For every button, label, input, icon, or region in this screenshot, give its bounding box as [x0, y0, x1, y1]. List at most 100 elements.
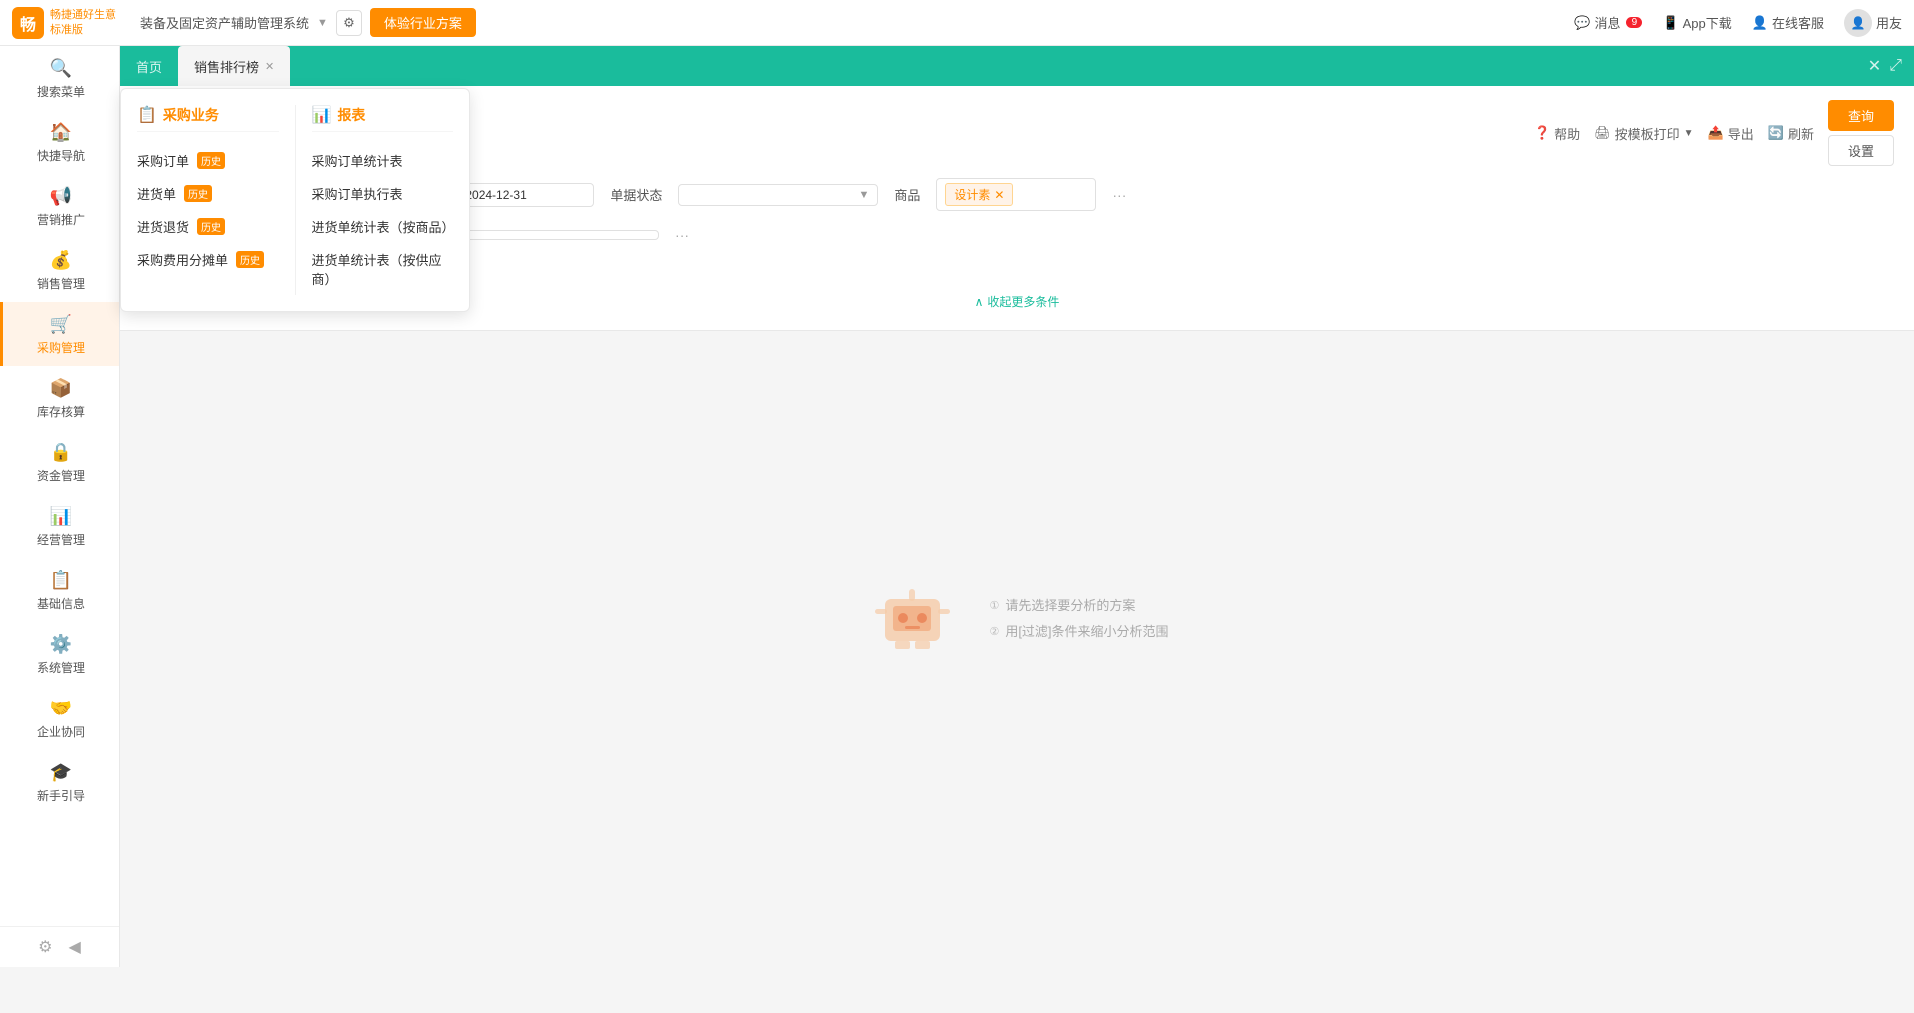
export-btn[interactable]: 📤 导出: [1708, 124, 1754, 143]
tip-num-2: ②: [989, 621, 999, 643]
menu-inbound-stats-supplier[interactable]: 进货单统计表（按供应商）: [312, 243, 454, 295]
goods-label: 商品: [894, 185, 920, 204]
message-badge: 9: [1626, 17, 1642, 28]
tab-close-icon[interactable]: ✕: [265, 60, 274, 73]
sidebar-item-marketing[interactable]: 📢 营销推广: [0, 174, 119, 238]
sidebar-item-search[interactable]: 🔍 搜索菜单: [0, 46, 119, 110]
empty-area: ① 请先选择要分析的方案 ② 用[过滤]条件来缩小分析范围: [120, 331, 1914, 967]
messages-btn[interactable]: 💬 消息 9: [1574, 13, 1642, 32]
empty-illustration: [865, 574, 965, 664]
mobile-icon: 📱: [1662, 15, 1678, 31]
dropdown-report-title: 📊 报表: [312, 105, 454, 132]
help-btn[interactable]: ❓ 帮助: [1534, 124, 1580, 143]
menu-return[interactable]: 进货退货 历史: [137, 210, 279, 243]
sidebar-item-basic[interactable]: 📋 基础信息: [0, 558, 119, 622]
menu-order-exec[interactable]: 采购订单执行表: [312, 177, 454, 210]
settings-btn[interactable]: 设置: [1828, 135, 1894, 166]
operations-icon: 📊: [50, 506, 72, 527]
sidebar-collapse-btn[interactable]: ◀: [69, 937, 81, 957]
message-icon: 💬: [1574, 15, 1590, 31]
marketing-icon: 📢: [50, 186, 72, 207]
tab-home[interactable]: 首页: [120, 46, 178, 86]
sidebar-item-sales[interactable]: 💰 销售管理: [0, 238, 119, 302]
tip-text-2: 用[过滤]条件来缩小分析范围: [1005, 619, 1168, 645]
tab-sales-ranking-label: 销售排行榜: [194, 57, 259, 76]
refresh-btn[interactable]: 🔄 刷新: [1768, 124, 1814, 143]
menu-expense[interactable]: 采购费用分摊单 历史: [137, 243, 279, 276]
help-icon: ❓: [1534, 125, 1550, 141]
refresh-icon: 🔄: [1768, 125, 1784, 141]
purchase-icon: 🛒: [50, 314, 72, 335]
service-icon: 👤: [1752, 15, 1768, 31]
dropdown-col-business: 📋 采购业务 采购订单 历史 进货单 历史 进货退货 历史 采购费用分摊单 历史: [121, 105, 295, 295]
menu-inbound-stats-goods[interactable]: 进货单统计表（按商品）: [312, 210, 454, 243]
tab-expand-btn[interactable]: ⤢: [1889, 57, 1902, 75]
tip-text-1: 请先选择要分析的方案: [1005, 593, 1135, 619]
dropdown-col-report: 📊 报表 采购订单统计表 采购订单执行表 进货单统计表（按商品） 进货单统计表（…: [295, 105, 470, 295]
system-title: 装备及固定资产辅助管理系统: [140, 13, 309, 32]
online-service-btn[interactable]: 👤 在线客服: [1752, 13, 1824, 32]
menu-inbound[interactable]: 进货单 历史: [137, 177, 279, 210]
purchase-dropdown-menu: 📋 采购业务 采购订单 历史 进货单 历史 进货退货 历史 采购费用分摊单 历史…: [120, 88, 470, 312]
menu-order-stats[interactable]: 采购订单统计表: [312, 144, 454, 177]
topbar-right: 💬 消息 9 📱 App下载 👤 在线客服 👤 用友: [1574, 9, 1902, 37]
search-icon: 🔍: [50, 58, 72, 79]
goods-tag: 设计素 ✕: [945, 183, 1013, 206]
sales-icon: 💰: [50, 250, 72, 271]
sidebar-item-capital[interactable]: 🔒 资金管理: [0, 430, 119, 494]
hist-badge-4: 历史: [236, 251, 264, 268]
basic-icon: 📋: [50, 570, 72, 591]
system-icon: ⚙️: [50, 634, 72, 655]
voucher-status-dropdown[interactable]: ▼: [858, 189, 869, 201]
sidebar-item-enterprise[interactable]: 🤝 企业协同: [0, 686, 119, 750]
avatar: 👤: [1844, 9, 1872, 37]
collapse-up-icon: ∧: [975, 295, 984, 309]
enterprise-icon: 🤝: [50, 698, 72, 719]
sidebar: 🔍 搜索菜单 🏠 快捷导航 📢 营销推广 💰 销售管理 🛒 采购管理 📦 库存核…: [0, 46, 120, 967]
tab-bar-right: ✕ ⤢: [1868, 56, 1914, 76]
sidebar-settings-btn[interactable]: ⚙: [38, 937, 52, 957]
goods-tag-close[interactable]: ✕: [994, 188, 1004, 202]
goods-dots[interactable]: ···: [1112, 187, 1126, 203]
sidebar-item-operations[interactable]: 📊 经营管理: [0, 494, 119, 558]
topbar: 畅 畅捷通好生意 标准版 装备及固定资产辅助管理系统 ▼ ⚙ 体验行业方案 💬 …: [0, 0, 1914, 46]
sidebar-item-system[interactable]: ⚙️ 系统管理: [0, 622, 119, 686]
sidebar-item-newbie[interactable]: 🎓 新手引导: [0, 750, 119, 814]
date-end-input[interactable]: [454, 183, 594, 207]
hist-badge-1: 历史: [197, 152, 225, 169]
sidebar-item-inventory[interactable]: 📦 库存核算: [0, 366, 119, 430]
hist-badge-3: 历史: [197, 218, 225, 235]
home-icon: 🏠: [50, 122, 72, 143]
print-btn[interactable]: 🖨 按模板打印 ▼: [1594, 124, 1693, 143]
sidebar-item-purchase[interactable]: 🛒 采购管理: [0, 302, 119, 366]
print-icon: 🖨: [1594, 125, 1611, 141]
industry-btn[interactable]: 体验行业方案: [370, 8, 476, 37]
tab-sales-ranking[interactable]: 销售排行榜 ✕: [178, 46, 290, 86]
report-title-icon: 📊: [312, 105, 332, 125]
user-btn[interactable]: 👤 用友: [1844, 9, 1902, 37]
logo-text: 畅捷通好生意 标准版: [50, 8, 116, 37]
menu-purchase-order[interactable]: 采购订单 历史: [137, 144, 279, 177]
newbie-icon: 🎓: [50, 762, 72, 783]
logo-icon: 畅: [12, 7, 44, 39]
salesman-dots[interactable]: ···: [675, 227, 689, 243]
tip-num-1: ①: [989, 595, 999, 617]
voucher-status-label: 单据状态: [610, 185, 662, 204]
export-icon: 📤: [1708, 125, 1724, 141]
logo: 畅 畅捷通好生意 标准版: [12, 7, 132, 39]
dropdown-business-title: 📋 采购业务: [137, 105, 279, 132]
app-download-btn[interactable]: 📱 App下载: [1662, 13, 1731, 32]
tab-bar: 首页 销售排行榜 ✕ ✕ ⤢: [120, 46, 1914, 86]
title-dropdown-arrow[interactable]: ▼: [317, 17, 328, 29]
query-btn[interactable]: 查询: [1828, 100, 1894, 131]
business-title-icon: 📋: [137, 105, 157, 125]
sidebar-item-quick-nav[interactable]: 🏠 快捷导航: [0, 110, 119, 174]
print-dropdown-icon[interactable]: ▼: [1684, 128, 1694, 139]
topbar-settings-btn[interactable]: ⚙: [336, 10, 362, 36]
tab-home-label: 首页: [136, 57, 162, 76]
empty-text: ① 请先选择要分析的方案 ② 用[过滤]条件来缩小分析范围: [989, 593, 1168, 645]
topbar-title: 装备及固定资产辅助管理系统 ▼ ⚙ 体验行业方案: [140, 8, 1574, 37]
capital-icon: 🔒: [50, 442, 72, 463]
sidebar-bottom: ⚙ ◀: [0, 926, 119, 967]
tab-close-all-btn[interactable]: ✕: [1868, 56, 1881, 76]
